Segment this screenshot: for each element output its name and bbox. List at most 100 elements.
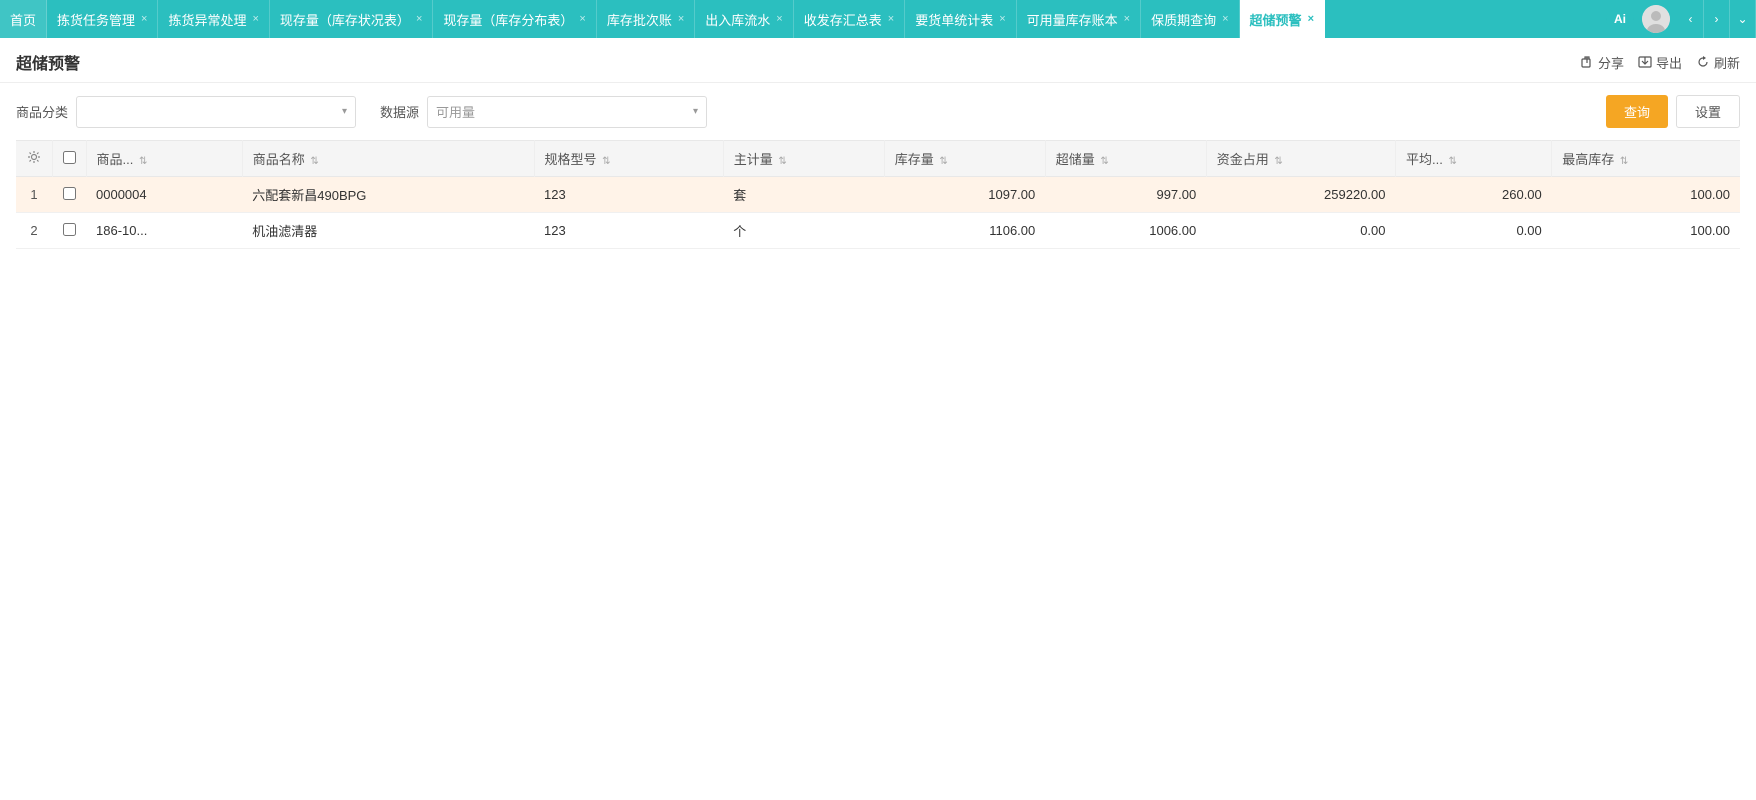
- category-select-arrow: ▾: [342, 106, 347, 117]
- gear-icon: [27, 150, 41, 164]
- share-button[interactable]: 分享: [1580, 53, 1624, 72]
- refresh-icon: [1696, 55, 1710, 69]
- row-over-stock: 997.00: [1045, 177, 1206, 213]
- col-max-stock[interactable]: 最高库存 ⇅: [1552, 141, 1740, 177]
- nav-tab-recv-send-close[interactable]: ×: [888, 13, 894, 25]
- select-all-checkbox[interactable]: [63, 151, 76, 164]
- category-label: 商品分类: [16, 102, 68, 121]
- datasource-label: 数据源: [380, 102, 419, 121]
- row-unit: 个: [723, 213, 884, 249]
- col-capital-sort: ⇅: [1274, 156, 1282, 167]
- nav-tab-stock-status[interactable]: 现存量（库存状况表） ×: [270, 0, 433, 38]
- datasource-select-text: 可用量: [436, 102, 475, 121]
- ai-button[interactable]: Ai: [1606, 10, 1634, 28]
- row-max-stock: 100.00: [1552, 213, 1740, 249]
- category-select[interactable]: ▾: [76, 96, 356, 128]
- filter-actions: 查询 设置: [1606, 95, 1740, 128]
- col-settings[interactable]: [16, 141, 52, 177]
- row-stock: 1097.00: [884, 177, 1045, 213]
- refresh-button[interactable]: 刷新: [1696, 53, 1740, 72]
- nav-right-arrow[interactable]: ›: [1704, 0, 1730, 38]
- nav-more-arrow[interactable]: ⌄: [1730, 0, 1756, 38]
- datasource-select-arrow: ▾: [693, 106, 698, 117]
- export-icon: [1638, 55, 1652, 69]
- datasource-select[interactable]: 可用量 ▾: [427, 96, 707, 128]
- nav-tab-recv-send[interactable]: 收发存汇总表 ×: [794, 0, 905, 38]
- row-product-name: 六配套新昌490BPG: [242, 177, 534, 213]
- row-spec: 123: [534, 177, 723, 213]
- row-stock: 1106.00: [884, 213, 1045, 249]
- nav-tab-stock-status-close[interactable]: ×: [416, 13, 422, 25]
- row-capital: 0.00: [1206, 213, 1395, 249]
- nav-tab-inout-flow-label: 出入库流水: [705, 10, 770, 29]
- top-right-area: Ai: [1606, 5, 1678, 33]
- col-unit[interactable]: 主计量 ⇅: [723, 141, 884, 177]
- row-avg: 0.00: [1396, 213, 1552, 249]
- nav-tab-overstock-close[interactable]: ×: [1308, 13, 1314, 25]
- datasource-filter: 数据源 可用量 ▾: [380, 96, 707, 128]
- nav-tab-inout-flow-close[interactable]: ×: [776, 13, 782, 25]
- nav-tab-recv-send-label: 收发存汇总表: [804, 10, 882, 29]
- nav-tab-order-stat[interactable]: 要货单统计表 ×: [905, 0, 1016, 38]
- nav-tab-order-stat-close[interactable]: ×: [999, 13, 1005, 25]
- row-avg: 260.00: [1396, 177, 1552, 213]
- row-capital: 259220.00: [1206, 177, 1395, 213]
- col-max-stock-label: 最高库存: [1562, 152, 1614, 167]
- nav-tab-pick-exception[interactable]: 拣货异常处理 ×: [158, 0, 269, 38]
- nav-tab-expiry-label: 保质期查询: [1151, 10, 1216, 29]
- nav-tab-stock-dist-close[interactable]: ×: [579, 13, 585, 25]
- col-avg[interactable]: 平均... ⇅: [1396, 141, 1552, 177]
- col-stock-label: 库存量: [895, 152, 934, 167]
- settings-button[interactable]: 设置: [1676, 95, 1740, 128]
- row-product-name: 机油滤清器: [242, 213, 534, 249]
- nav-left-arrow[interactable]: ‹: [1678, 0, 1704, 38]
- nav-tab-inout-flow[interactable]: 出入库流水 ×: [695, 0, 793, 38]
- row-seq: 2: [16, 213, 52, 249]
- col-product-name[interactable]: 商品名称 ⇅: [242, 141, 534, 177]
- user-avatar[interactable]: [1642, 5, 1670, 33]
- col-spec-sort: ⇅: [602, 156, 610, 167]
- col-capital[interactable]: 资金占用 ⇅: [1206, 141, 1395, 177]
- nav-tab-pick-task-label: 拣货任务管理: [57, 10, 135, 29]
- share-label: 分享: [1598, 53, 1624, 72]
- nav-tab-expiry-close[interactable]: ×: [1222, 13, 1228, 25]
- nav-tab-expiry[interactable]: 保质期查询 ×: [1141, 0, 1239, 38]
- table-row: 1 0000004 六配套新昌490BPG 123 套 1097.00 997.…: [16, 177, 1740, 213]
- nav-tab-stock-batch[interactable]: 库存批次账 ×: [597, 0, 695, 38]
- col-product-code[interactable]: 商品... ⇅: [86, 141, 242, 177]
- nav-tab-overstock[interactable]: 超储预警 ×: [1240, 0, 1325, 38]
- category-filter: 商品分类 ▾: [16, 96, 356, 128]
- row-unit: 套: [723, 177, 884, 213]
- row-checkbox[interactable]: [63, 223, 76, 236]
- row-checkbox[interactable]: [63, 187, 76, 200]
- nav-tab-stock-batch-close[interactable]: ×: [678, 13, 684, 25]
- col-product-name-label: 商品名称: [253, 152, 305, 167]
- col-spec[interactable]: 规格型号 ⇅: [534, 141, 723, 177]
- table-body: 1 0000004 六配套新昌490BPG 123 套 1097.00 997.…: [16, 177, 1740, 249]
- avatar-icon: [1642, 5, 1670, 33]
- col-stock-sort: ⇅: [939, 156, 947, 167]
- row-max-stock: 100.00: [1552, 177, 1740, 213]
- row-checkbox-cell[interactable]: [52, 213, 86, 249]
- top-navigation: 首页 拣货任务管理 × 拣货异常处理 × 现存量（库存状况表） × 现存量（库存…: [0, 0, 1756, 38]
- nav-tab-stock-batch-label: 库存批次账: [607, 10, 672, 29]
- nav-tab-home[interactable]: 首页: [0, 0, 47, 38]
- col-stock[interactable]: 库存量 ⇅: [884, 141, 1045, 177]
- query-button[interactable]: 查询: [1606, 95, 1668, 128]
- nav-tab-pick-task[interactable]: 拣货任务管理 ×: [47, 0, 158, 38]
- header-actions: 分享 导出 刷新: [1580, 53, 1740, 72]
- nav-tab-pick-exception-close[interactable]: ×: [252, 13, 258, 25]
- col-max-stock-sort: ⇅: [1620, 156, 1628, 167]
- row-seq: 1: [16, 177, 52, 213]
- nav-tab-stock-dist[interactable]: 现存量（库存分布表） ×: [433, 0, 596, 38]
- col-over-stock-sort: ⇅: [1100, 156, 1108, 167]
- export-button[interactable]: 导出: [1638, 53, 1682, 72]
- nav-tab-pick-task-close[interactable]: ×: [141, 13, 147, 25]
- table-row: 2 186-10... 机油滤清器 123 个 1106.00 1006.00 …: [16, 213, 1740, 249]
- nav-tab-available-stock[interactable]: 可用量库存账本 ×: [1017, 0, 1141, 38]
- col-over-stock[interactable]: 超储量 ⇅: [1045, 141, 1206, 177]
- nav-tab-available-stock-close[interactable]: ×: [1124, 13, 1130, 25]
- row-checkbox-cell[interactable]: [52, 177, 86, 213]
- col-over-stock-label: 超储量: [1056, 152, 1095, 167]
- col-checkbox[interactable]: [52, 141, 86, 177]
